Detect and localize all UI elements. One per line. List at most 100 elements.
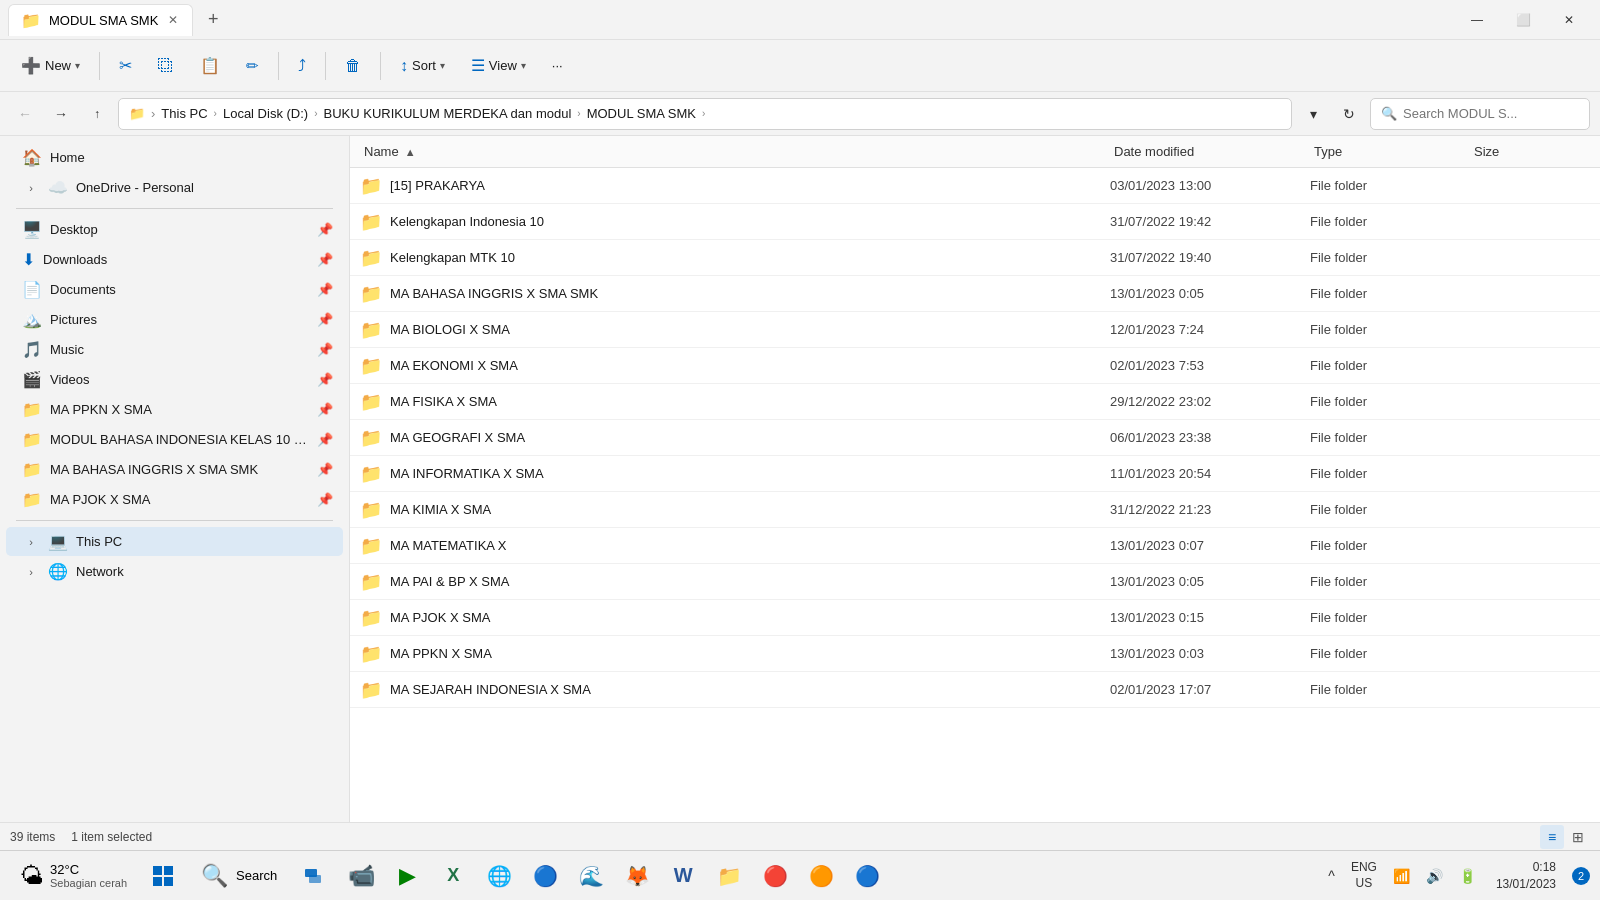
paste-button[interactable]: 📋: [189, 49, 231, 82]
cut-button[interactable]: ✂: [108, 49, 143, 82]
table-row[interactable]: 📁 MA INFORMATIKA X SMA 11/01/2023 20:54 …: [350, 456, 1600, 492]
title-bar: 📁 MODUL SMA SMK ✕ + — ⬜ ✕: [0, 0, 1600, 40]
table-row[interactable]: 📁 Kelengkapan MTK 10 31/07/2022 19:40 Fi…: [350, 240, 1600, 276]
search-box[interactable]: 🔍: [1370, 98, 1590, 130]
sidebar-item-ma-pjok[interactable]: 📁 MA PJOK X SMA 📌: [6, 485, 343, 514]
table-row[interactable]: 📁 [15] PRAKARYA 03/01/2023 13:00 File fo…: [350, 168, 1600, 204]
path-chevron-2[interactable]: ›: [314, 108, 317, 119]
table-row[interactable]: 📁 MA PJOK X SMA 13/01/2023 0:15 File fol…: [350, 600, 1600, 636]
volume-icon[interactable]: 🔊: [1422, 864, 1447, 888]
teams-button[interactable]: 📹: [341, 856, 381, 896]
start-button[interactable]: [143, 856, 183, 896]
downloads-pin-icon: 📌: [317, 252, 333, 267]
column-size[interactable]: Size: [1470, 144, 1590, 159]
sidebar-item-onedrive[interactable]: › ☁️ OneDrive - Personal: [6, 173, 343, 202]
table-row[interactable]: 📁 Kelengkapan Indonesia 10 31/07/2022 19…: [350, 204, 1600, 240]
sidebar-item-desktop[interactable]: 🖥️ Desktop 📌: [6, 215, 343, 244]
table-row[interactable]: 📁 MA EKONOMI X SMA 02/01/2023 7:53 File …: [350, 348, 1600, 384]
dropdown-button[interactable]: ▾: [1298, 99, 1328, 129]
firefox-button[interactable]: 🦊: [617, 856, 657, 896]
table-row[interactable]: 📁 MA BAHASA INGGRIS X SMA SMK 13/01/2023…: [350, 276, 1600, 312]
path-part-local-disk[interactable]: Local Disk (D:): [223, 106, 308, 121]
app5-button[interactable]: ▶: [387, 856, 427, 896]
path-chevron-3[interactable]: ›: [577, 108, 580, 119]
new-tab-button[interactable]: +: [197, 4, 229, 36]
view-chevron-icon: ▾: [521, 60, 526, 71]
sidebar-item-pictures[interactable]: 🏔️ Pictures 📌: [6, 305, 343, 334]
app7-button[interactable]: 🌐: [479, 856, 519, 896]
sidebar-item-ma-ppkn[interactable]: 📁 MA PPKN X SMA 📌: [6, 395, 343, 424]
word-button[interactable]: W: [663, 856, 703, 896]
table-row[interactable]: 📁 MA MATEMATIKA X 13/01/2023 0:07 File f…: [350, 528, 1600, 564]
close-button[interactable]: ✕: [1546, 4, 1592, 36]
search-taskbar-button[interactable]: 🔍 Search: [189, 856, 289, 896]
app13-button[interactable]: 🔴: [755, 856, 795, 896]
copy-button[interactable]: ⿻: [147, 50, 185, 82]
up-button[interactable]: ↑: [82, 99, 112, 129]
table-row[interactable]: 📁 MA KIMIA X SMA 31/12/2022 21:23 File f…: [350, 492, 1600, 528]
path-part-buku[interactable]: BUKU KURIKULUM MERDEKA dan modul: [324, 106, 572, 121]
table-row[interactable]: 📁 MA PAI & BP X SMA 13/01/2023 0:05 File…: [350, 564, 1600, 600]
tray-expand-button[interactable]: ^: [1324, 864, 1339, 888]
maximize-button[interactable]: ⬜: [1500, 4, 1546, 36]
tray-language[interactable]: ENG US: [1347, 856, 1381, 895]
forward-button[interactable]: →: [46, 99, 76, 129]
new-button[interactable]: ➕ New ▾: [10, 49, 91, 82]
sort-button[interactable]: ↕ Sort ▾: [389, 50, 456, 82]
more-options-button[interactable]: ···: [541, 51, 574, 80]
column-type[interactable]: Type: [1310, 144, 1470, 159]
column-date[interactable]: Date modified: [1110, 144, 1310, 159]
app15-button[interactable]: 🔵: [847, 856, 887, 896]
sidebar-item-music[interactable]: 🎵 Music 📌: [6, 335, 343, 364]
svg-rect-1: [164, 866, 173, 875]
weather-widget[interactable]: 🌤 32°C Sebagian cerah: [10, 858, 137, 894]
sidebar-item-ma-bahasa[interactable]: 📁 MA BAHASA INGGRIS X SMA SMK 📌: [6, 455, 343, 484]
grid-view-button[interactable]: ⊞: [1566, 825, 1590, 849]
address-path[interactable]: 📁 › This PC › Local Disk (D:) › BUKU KUR…: [118, 98, 1292, 130]
tab-close-button[interactable]: ✕: [166, 11, 180, 29]
table-row[interactable]: 📁 MA FISIKA X SMA 29/12/2022 23:02 File …: [350, 384, 1600, 420]
search-input[interactable]: [1403, 106, 1579, 121]
sidebar-item-this-pc[interactable]: › 💻 This PC: [6, 527, 343, 556]
modul-bahasa-pin-icon: 📌: [317, 432, 333, 447]
path-chevron-4[interactable]: ›: [702, 108, 705, 119]
taskview-button[interactable]: [295, 856, 335, 896]
table-row[interactable]: 📁 MA GEOGRAFI X SMA 06/01/2023 23:38 Fil…: [350, 420, 1600, 456]
table-row[interactable]: 📁 MA PPKN X SMA 13/01/2023 0:03 File fol…: [350, 636, 1600, 672]
wifi-icon[interactable]: 📶: [1389, 864, 1414, 888]
path-part-this-pc[interactable]: This PC: [161, 106, 207, 121]
notification-badge[interactable]: 2: [1572, 867, 1590, 885]
path-chevron-1[interactable]: ›: [214, 108, 217, 119]
back-button[interactable]: ←: [10, 99, 40, 129]
excel-button[interactable]: X: [433, 856, 473, 896]
file-date: 31/07/2022 19:42: [1110, 214, 1310, 229]
file-explorer-taskbar-button[interactable]: 📁: [709, 856, 749, 896]
view-button[interactable]: ☰ View ▾: [460, 49, 537, 82]
sidebar-item-videos[interactable]: 🎬 Videos 📌: [6, 365, 343, 394]
list-view-button[interactable]: ≡: [1540, 825, 1564, 849]
app14-button[interactable]: 🟠: [801, 856, 841, 896]
column-name[interactable]: Name ▲: [360, 144, 1110, 159]
edge-button[interactable]: 🌊: [571, 856, 611, 896]
path-part-modul[interactable]: MODUL SMA SMK: [587, 106, 696, 121]
folder-icon: 📁: [360, 355, 382, 377]
minimize-button[interactable]: —: [1454, 4, 1500, 36]
sidebar-item-network[interactable]: › 🌐 Network: [6, 557, 343, 586]
delete-button[interactable]: 🗑: [334, 50, 372, 82]
battery-icon[interactable]: 🔋: [1455, 864, 1480, 888]
refresh-button[interactable]: ↻: [1334, 99, 1364, 129]
share-button[interactable]: ⤴: [287, 50, 317, 82]
system-clock[interactable]: 0:18 13/01/2023: [1488, 855, 1564, 897]
sidebar-item-documents[interactable]: 📄 Documents 📌: [6, 275, 343, 304]
rename-button[interactable]: ✏: [235, 50, 270, 82]
sidebar-item-downloads[interactable]: ⬇ Downloads 📌: [6, 245, 343, 274]
window-tab[interactable]: 📁 MODUL SMA SMK ✕: [8, 4, 193, 36]
table-row[interactable]: 📁 MA BIOLOGI X SMA 12/01/2023 7:24 File …: [350, 312, 1600, 348]
table-row[interactable]: 📁 MA SEJARAH INDONESIA X SMA 02/01/2023 …: [350, 672, 1600, 708]
sidebar-item-modul-bahasa[interactable]: 📁 MODUL BAHASA INDONESIA KELAS 10 GE 📌: [6, 425, 343, 454]
toolbar-separator-3: [325, 52, 326, 80]
file-type: File folder: [1310, 466, 1470, 481]
sidebar-item-home[interactable]: 🏠 Home: [6, 143, 343, 172]
chrome-button[interactable]: 🔵: [525, 856, 565, 896]
folder-icon: 📁: [360, 319, 382, 341]
